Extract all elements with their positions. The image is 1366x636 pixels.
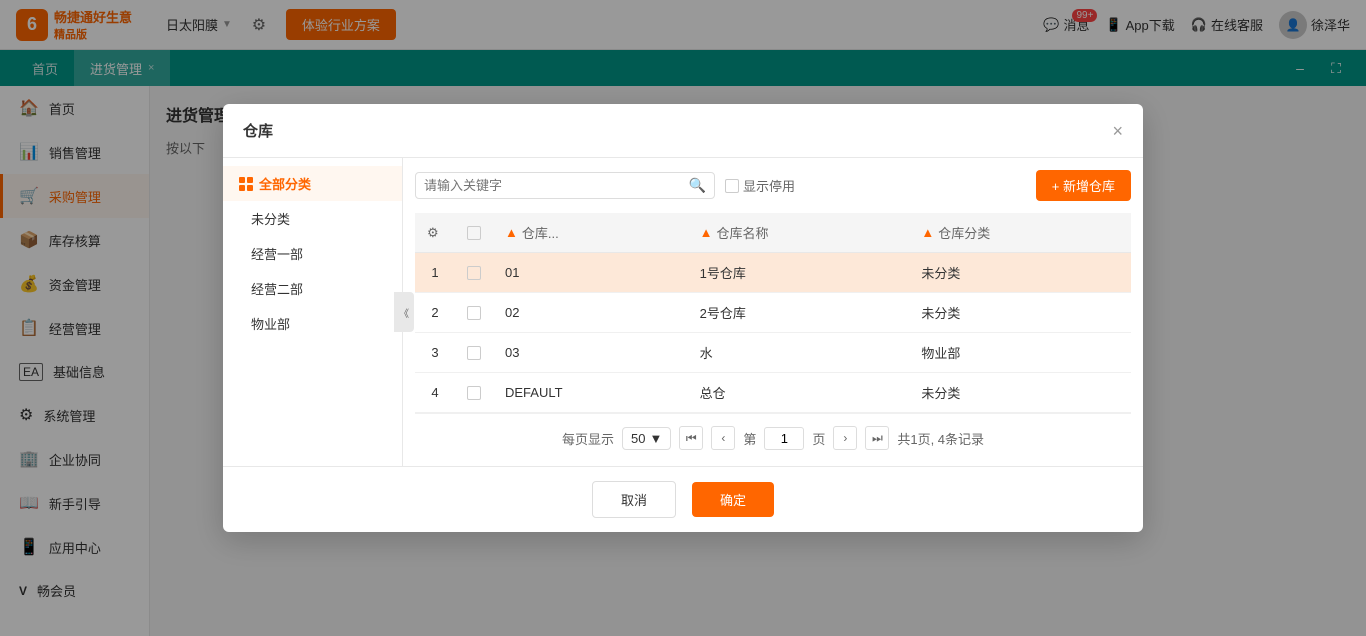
modal-overlay: 仓库 × 全部分类 未分类 经营一部 经营二部 物业部 《 bbox=[0, 0, 1366, 636]
page-unit: 页 bbox=[812, 429, 825, 448]
warehouse-table: ⚙ ▲ 仓库... bbox=[415, 213, 1131, 413]
cancel-button[interactable]: 取消 bbox=[592, 481, 676, 518]
per-page-value: 50 bbox=[631, 431, 645, 446]
category-item-unclassified[interactable]: 未分类 bbox=[223, 201, 402, 236]
col-code[interactable]: ▲ 仓库... bbox=[493, 213, 688, 253]
page-prev-button[interactable]: ‹ bbox=[711, 426, 735, 450]
row-code-2: 02 bbox=[493, 293, 688, 333]
row-check-4[interactable] bbox=[455, 373, 493, 413]
per-page-select[interactable]: 50 ▼ bbox=[622, 427, 671, 450]
category-item-operations2[interactable]: 经营二部 bbox=[223, 271, 402, 306]
row-code-4: DEFAULT bbox=[493, 373, 688, 413]
sort-icon: ▲ bbox=[505, 225, 518, 240]
col-checkbox bbox=[455, 213, 493, 253]
search-box[interactable]: 🔍 bbox=[415, 172, 715, 199]
table-body: 1 01 1号仓库 未分类 2 bbox=[415, 253, 1131, 413]
table-container: ⚙ ▲ 仓库... bbox=[415, 213, 1131, 413]
add-warehouse-button[interactable]: + 新增仓库 bbox=[1036, 170, 1131, 201]
row-checkbox-3[interactable] bbox=[467, 346, 481, 360]
page-label: 第 bbox=[743, 429, 756, 448]
category-all-item[interactable]: 全部分类 bbox=[223, 166, 402, 201]
row-check-3[interactable] bbox=[455, 333, 493, 373]
page-input[interactable] bbox=[764, 427, 804, 450]
modal-footer: 取消 确定 bbox=[223, 466, 1143, 532]
table-panel: 🔍 显示停用 + 新增仓库 ⚙ bbox=[403, 158, 1143, 466]
per-page-dropdown-icon: ▼ bbox=[649, 431, 662, 446]
disabled-checkbox[interactable] bbox=[725, 179, 739, 193]
page-next-button[interactable]: › bbox=[833, 426, 857, 450]
page-last-button[interactable]: ⏭ bbox=[865, 426, 889, 450]
row-checkbox-4[interactable] bbox=[467, 386, 481, 400]
show-disabled-label: 显示停用 bbox=[743, 176, 795, 195]
table-header: ⚙ ▲ 仓库... bbox=[415, 213, 1131, 253]
grid-icon bbox=[239, 177, 253, 191]
page-first-button[interactable]: ⏮ bbox=[679, 426, 703, 450]
row-name-2: 2号仓库 bbox=[688, 293, 910, 333]
collapse-panel-button[interactable]: 《 bbox=[394, 292, 414, 332]
table-row[interactable]: 3 03 水 物业部 bbox=[415, 333, 1131, 373]
table-row[interactable]: 4 DEFAULT 总仓 未分类 bbox=[415, 373, 1131, 413]
category-all-label: 全部分类 bbox=[259, 174, 311, 193]
per-page-label: 每页显示 bbox=[562, 429, 614, 448]
col-code-label: 仓库... bbox=[522, 223, 559, 242]
row-name-3: 水 bbox=[688, 333, 910, 373]
settings-icon: ⚙ bbox=[427, 225, 439, 240]
row-check-2[interactable] bbox=[455, 293, 493, 333]
confirm-button[interactable]: 确定 bbox=[692, 482, 774, 517]
row-code-3: 03 bbox=[493, 333, 688, 373]
category-panel: 全部分类 未分类 经营一部 经营二部 物业部 《 bbox=[223, 158, 403, 466]
row-category-2: 未分类 bbox=[909, 293, 1131, 333]
modal-close-button[interactable]: × bbox=[1112, 122, 1123, 140]
warehouse-modal: 仓库 × 全部分类 未分类 经营一部 经营二部 物业部 《 bbox=[223, 104, 1143, 532]
row-name-4: 总仓 bbox=[688, 373, 910, 413]
col-category-label: 仓库分类 bbox=[938, 223, 990, 242]
header-checkbox[interactable] bbox=[467, 226, 481, 240]
show-disabled-checkbox[interactable]: 显示停用 bbox=[725, 176, 795, 195]
row-num-2: 2 bbox=[415, 293, 455, 333]
search-icon: 🔍 bbox=[689, 177, 706, 194]
category-item-operations1[interactable]: 经营一部 bbox=[223, 236, 402, 271]
row-category-1: 未分类 bbox=[909, 253, 1131, 293]
pagination-bar: 每页显示 50 ▼ ⏮ ‹ 第 页 › ⏭ 共1页, 4条记录 bbox=[415, 413, 1131, 454]
modal-body: 全部分类 未分类 经营一部 经营二部 物业部 《 🔍 bbox=[223, 158, 1143, 466]
row-checkbox-2[interactable] bbox=[467, 306, 481, 320]
modal-header: 仓库 × bbox=[223, 104, 1143, 158]
search-input[interactable] bbox=[424, 178, 683, 193]
row-checkbox-1[interactable] bbox=[467, 266, 481, 280]
row-num-1: 1 bbox=[415, 253, 455, 293]
col-name[interactable]: ▲ 仓库名称 bbox=[688, 213, 910, 253]
row-category-3: 物业部 bbox=[909, 333, 1131, 373]
modal-title: 仓库 bbox=[243, 120, 273, 141]
col-gear[interactable]: ⚙ bbox=[415, 213, 455, 253]
row-check-1[interactable] bbox=[455, 253, 493, 293]
row-name-1: 1号仓库 bbox=[688, 253, 910, 293]
col-name-label: 仓库名称 bbox=[717, 223, 769, 242]
table-toolbar: 🔍 显示停用 + 新增仓库 bbox=[415, 170, 1131, 201]
col-category[interactable]: ▲ 仓库分类 bbox=[909, 213, 1131, 253]
table-row[interactable]: 1 01 1号仓库 未分类 bbox=[415, 253, 1131, 293]
row-code-1: 01 bbox=[493, 253, 688, 293]
row-num-3: 3 bbox=[415, 333, 455, 373]
row-category-4: 未分类 bbox=[909, 373, 1131, 413]
page-total-info: 共1页, 4条记录 bbox=[897, 429, 984, 448]
table-row[interactable]: 2 02 2号仓库 未分类 bbox=[415, 293, 1131, 333]
row-num-4: 4 bbox=[415, 373, 455, 413]
sort-icon3: ▲ bbox=[921, 225, 934, 240]
category-item-property[interactable]: 物业部 bbox=[223, 306, 402, 341]
sort-icon2: ▲ bbox=[700, 225, 713, 240]
